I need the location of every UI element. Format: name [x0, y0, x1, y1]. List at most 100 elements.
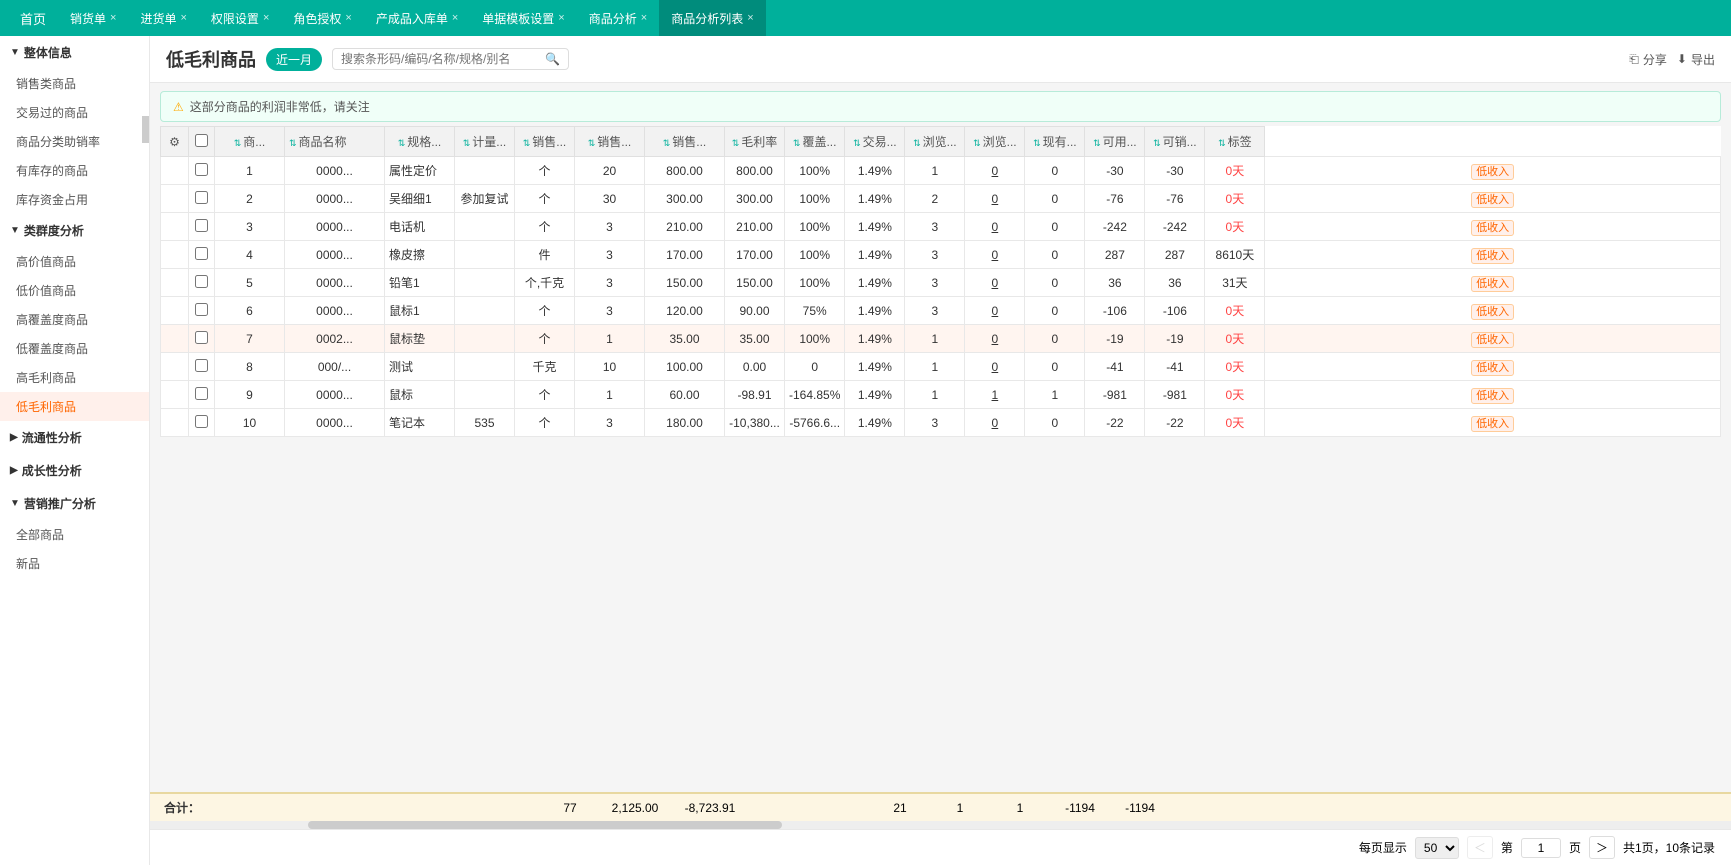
- col-header-check[interactable]: [189, 127, 215, 157]
- nav-close-goods-analysis[interactable]: ×: [641, 12, 647, 24]
- sidebar-section-liquidity[interactable]: ▶ 流通性分析: [0, 421, 149, 454]
- prev-page-btn[interactable]: ＜: [1467, 836, 1493, 859]
- search-input[interactable]: [341, 52, 541, 66]
- row-checkbox[interactable]: [195, 247, 208, 260]
- nav-close-goods-analysis-list[interactable]: ×: [747, 12, 753, 24]
- nav-goods-analysis[interactable]: 商品分析 ×: [577, 0, 659, 36]
- nav-sales[interactable]: 销货单 ×: [58, 0, 128, 36]
- nav-role[interactable]: 角色授权 ×: [281, 0, 363, 36]
- row-check[interactable]: [189, 213, 215, 241]
- sidebar-section-marketing[interactable]: ▼ 营销推广分析: [0, 487, 149, 520]
- row-coverage: 1.49%: [845, 157, 905, 185]
- sidebar-item-high-coverage[interactable]: 高覆盖度商品: [0, 305, 149, 334]
- sidebar-section-overall[interactable]: ▼ 整体信息: [0, 36, 149, 69]
- sidebar-item-new-goods[interactable]: 新品: [0, 549, 149, 578]
- row-checkbox[interactable]: [195, 359, 208, 372]
- row-check[interactable]: [189, 185, 215, 213]
- row-checkbox[interactable]: [195, 219, 208, 232]
- next-page-btn[interactable]: ＞: [1589, 836, 1615, 859]
- row-sales-price: 170.00: [645, 241, 725, 269]
- row-trade-count: 1: [905, 353, 965, 381]
- row-check[interactable]: [189, 269, 215, 297]
- sidebar-item-low-margin[interactable]: 低毛利商品: [0, 392, 149, 421]
- row-settings: [161, 381, 189, 409]
- nav-close-permission[interactable]: ×: [263, 12, 269, 24]
- row-view1[interactable]: 0: [965, 353, 1025, 381]
- nav-permission[interactable]: 权限设置 ×: [199, 0, 281, 36]
- row-check[interactable]: [189, 241, 215, 269]
- scrollbar-thumb[interactable]: [308, 821, 782, 829]
- row-code: 0000...: [285, 213, 385, 241]
- row-view1[interactable]: 0: [965, 213, 1025, 241]
- row-checkbox[interactable]: [195, 303, 208, 316]
- col-header-view1: ⇅浏览...: [905, 127, 965, 157]
- row-checkbox[interactable]: [195, 163, 208, 176]
- row-current-stock: 36: [1085, 269, 1145, 297]
- nav-purchase[interactable]: 进货单 ×: [128, 0, 198, 36]
- row-check[interactable]: [189, 353, 215, 381]
- row-unit: 个: [515, 409, 575, 437]
- sidebar-item-traded-goods[interactable]: 交易过的商品: [0, 98, 149, 127]
- col-header-name: ⇅商品名称: [285, 127, 385, 157]
- share-btn[interactable]: ⎗ 分享: [1629, 51, 1667, 68]
- nav-close-product-in[interactable]: ×: [452, 12, 458, 24]
- row-view1[interactable]: 0: [965, 157, 1025, 185]
- scrollbar-area[interactable]: [150, 821, 1731, 829]
- sidebar-item-sales-goods[interactable]: 销售类商品: [0, 69, 149, 98]
- col-header-coverage: ⇅覆盖...: [785, 127, 845, 157]
- row-view1[interactable]: 0: [965, 297, 1025, 325]
- page-number-input[interactable]: [1521, 838, 1561, 858]
- row-tag: 低收入: [1265, 353, 1721, 381]
- filter-recent-month-btn[interactable]: 近一月: [266, 48, 322, 71]
- row-sellable-days: 0天: [1205, 381, 1265, 409]
- row-view1[interactable]: 0: [965, 269, 1025, 297]
- row-view1[interactable]: 0: [965, 325, 1025, 353]
- row-view1[interactable]: 0: [965, 185, 1025, 213]
- sidebar-collapse-btn[interactable]: 《: [142, 116, 150, 143]
- row-checkbox[interactable]: [195, 387, 208, 400]
- row-current-stock: -41: [1085, 353, 1145, 381]
- sidebar-item-category-rate[interactable]: 商品分类助销率: [0, 127, 149, 156]
- row-checkbox[interactable]: [195, 331, 208, 344]
- row-view1[interactable]: 0: [965, 241, 1025, 269]
- nav-product-in[interactable]: 产成品入库单 ×: [364, 0, 470, 36]
- per-page-select[interactable]: 50: [1415, 837, 1459, 859]
- sidebar-item-high-margin[interactable]: 高毛利商品: [0, 363, 149, 392]
- col-header-current-stock: ⇅现有...: [1025, 127, 1085, 157]
- sidebar-item-low-value[interactable]: 低价值商品: [0, 276, 149, 305]
- row-checkbox[interactable]: [195, 415, 208, 428]
- sidebar-section-growth[interactable]: ▶ 成长性分析: [0, 454, 149, 487]
- nav-close-sales[interactable]: ×: [110, 12, 116, 24]
- row-view1[interactable]: 0: [965, 409, 1025, 437]
- nav-goods-analysis-list[interactable]: 商品分析列表 ×: [659, 0, 765, 36]
- nav-close-role[interactable]: ×: [345, 12, 351, 24]
- sidebar-item-low-coverage[interactable]: 低覆盖度商品: [0, 334, 149, 363]
- select-all-checkbox[interactable]: [195, 134, 208, 147]
- col-header-settings[interactable]: ⚙: [161, 127, 189, 157]
- sidebar-item-all-goods[interactable]: 全部商品: [0, 520, 149, 549]
- row-check[interactable]: [189, 325, 215, 353]
- row-name: 笔记本: [385, 409, 455, 437]
- sidebar-item-stock-capital[interactable]: 库存资金占用: [0, 185, 149, 214]
- sidebar-section-cluster[interactable]: ▼ 类群度分析: [0, 214, 149, 247]
- col-header-sales-profit: ⇅销售...: [645, 127, 725, 157]
- nav-close-template[interactable]: ×: [558, 12, 564, 24]
- search-icon[interactable]: 🔍: [545, 52, 560, 66]
- row-checkbox[interactable]: [195, 275, 208, 288]
- sidebar-item-stocked-goods[interactable]: 有库存的商品: [0, 156, 149, 185]
- row-trade-count: 3: [905, 297, 965, 325]
- nav-home[interactable]: 首页: [8, 0, 58, 36]
- row-check[interactable]: [189, 157, 215, 185]
- sidebar-item-high-value[interactable]: 高价值商品: [0, 247, 149, 276]
- nav-template[interactable]: 单据模板设置 ×: [470, 0, 576, 36]
- row-sellable-days: 0天: [1205, 213, 1265, 241]
- row-view2: 0: [1025, 353, 1085, 381]
- row-check[interactable]: [189, 381, 215, 409]
- row-check[interactable]: [189, 409, 215, 437]
- row-checkbox[interactable]: [195, 191, 208, 204]
- row-view1[interactable]: 1: [965, 381, 1025, 409]
- row-check[interactable]: [189, 297, 215, 325]
- row-coverage: 1.49%: [845, 409, 905, 437]
- export-btn[interactable]: ⬇ 导出: [1677, 51, 1715, 68]
- nav-close-purchase[interactable]: ×: [180, 12, 186, 24]
